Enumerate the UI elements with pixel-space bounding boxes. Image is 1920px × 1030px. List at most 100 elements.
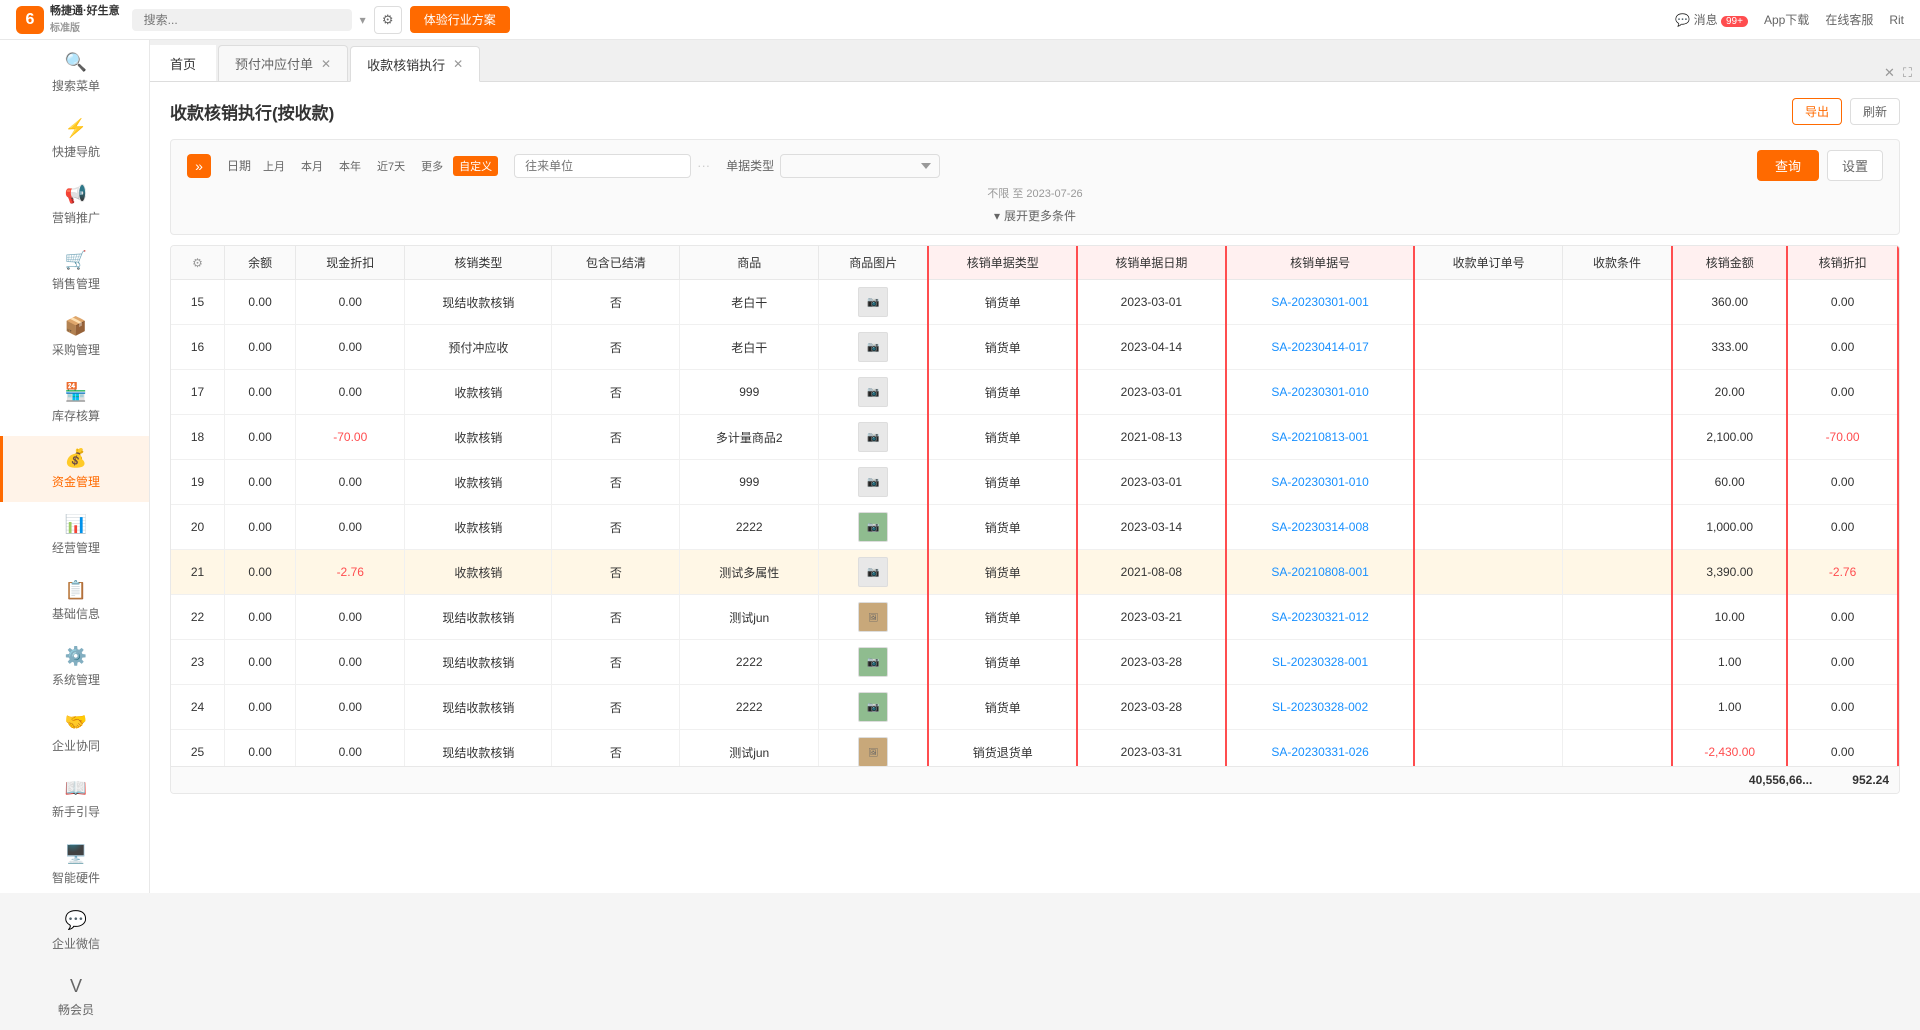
sidebar-item-inventory[interactable]: 🏪 库存核算 [0,370,149,436]
sidebar-item-finance[interactable]: 💰 资金管理 [0,436,149,502]
date-this-month[interactable]: 本月 [295,156,329,176]
cancel-no-link[interactable]: SL-20230328-002 [1272,700,1368,714]
cell-include-cleared: 否 [552,640,680,685]
table-row: 22 0.00 0.00 现结收款核销 否 测试jun 🖼 销货单 2023-0… [171,595,1898,640]
cell-cancel-no[interactable]: SA-20210808-001 [1226,550,1415,595]
cell-no: 19 [171,460,225,505]
cancel-no-link[interactable]: SA-20210813-001 [1271,430,1368,444]
cell-cancel-no[interactable]: SL-20230328-002 [1226,685,1415,730]
date-this-year[interactable]: 本年 [333,156,367,176]
date-7days[interactable]: 近7天 [371,156,411,176]
cell-cancel-no[interactable]: SA-20230414-017 [1226,325,1415,370]
cell-cancel-type: 预付冲应收 [405,325,552,370]
date-custom[interactable]: 自定义 [453,156,498,176]
table-row: 20 0.00 0.00 收款核销 否 2222 📷 销货单 2023-03-1… [171,505,1898,550]
cell-product-img: 📷 [819,415,929,460]
window-expand-icon[interactable]: ⛶ [1903,65,1912,81]
cancel-no-link[interactable]: SA-20230321-012 [1271,610,1368,624]
cell-no: 23 [171,640,225,685]
export-button[interactable]: 导出 [1792,98,1842,125]
partner-filter-group: ··· [514,154,710,178]
member-icon: V [70,976,82,997]
sidebar-label-marketing: 营销推广 [52,209,100,226]
brand-name: 畅捷通·好生意 [50,5,120,18]
filter-expand-button[interactable]: » [187,154,211,178]
date-quick-buttons: 上月 本月 本年 近7天 更多 自定义 [257,156,498,176]
sidebar-item-guide[interactable]: 📖 新手引导 [0,766,149,832]
settings-button[interactable]: 设置 [1827,150,1883,181]
app-download-link[interactable]: App下载 [1764,11,1809,28]
cell-product: 老白干 [680,325,819,370]
cancel-no-link[interactable]: SA-20230314-008 [1271,520,1368,534]
sidebar-item-basic[interactable]: 📋 基础信息 [0,568,149,634]
cell-cancel-discount: -2.76 [1787,550,1898,595]
sidebar-item-collab[interactable]: 🤝 企业协同 [0,700,149,766]
cancel-no-link[interactable]: SL-20230328-001 [1272,655,1368,669]
search-input[interactable] [132,9,352,31]
sidebar-item-sales[interactable]: 🛒 销售管理 [0,238,149,304]
cell-balance: 0.00 [225,730,296,767]
cell-cancel-no[interactable]: SA-20210813-001 [1226,415,1415,460]
gear-button[interactable]: ⚙ [374,6,402,34]
refresh-button[interactable]: 刷新 [1850,98,1900,125]
message-area[interactable]: 💬 消息 99+ [1675,11,1748,28]
user-name[interactable]: Rit [1889,13,1904,27]
date-filter-group: 日期 上月 本月 本年 近7天 更多 自定义 [227,156,498,176]
cell-cancel-no[interactable]: SA-20230301-010 [1226,370,1415,415]
window-close-icon[interactable]: ✕ [1884,65,1895,81]
sidebar-item-marketing[interactable]: 📢 营销推广 [0,172,149,238]
sidebar-item-quick-nav[interactable]: ⚡ 快捷导航 [0,106,149,172]
col-receive-order-no: 收款单订单号 [1414,246,1562,280]
cell-product-img: 📷 [819,640,929,685]
table-row: 17 0.00 0.00 收款核销 否 999 📷 销货单 2023-03-01… [171,370,1898,415]
col-include-cleared: 包含已结清 [552,246,680,280]
trial-button[interactable]: 体验行业方案 [410,6,510,33]
cell-cancel-no[interactable]: SA-20230321-012 [1226,595,1415,640]
cell-cancel-no[interactable]: SA-20230301-001 [1226,280,1415,325]
dots-separator: ··· [697,158,710,173]
top-bar-right: 💬 消息 99+ App下载 在线客服 Rit [1675,11,1904,28]
voucher-type-select[interactable] [780,154,940,178]
cancel-no-link[interactable]: SA-20230301-010 [1271,385,1368,399]
tab-prepay[interactable]: 预付冲应付单 ✕ [218,45,348,81]
cell-cancel-no[interactable]: SA-20230331-026 [1226,730,1415,767]
sidebar-item-ops[interactable]: 📊 经营管理 [0,502,149,568]
dropdown-arrow-icon: ▾ [360,13,366,27]
online-service-link[interactable]: 在线客服 [1825,11,1873,28]
cell-receive-condition [1562,685,1672,730]
sidebar-item-search[interactable]: 🔍 搜索菜单 [0,40,149,106]
cell-cancel-no[interactable]: SA-20230301-010 [1226,460,1415,505]
cell-product: 测试多属性 [680,550,819,595]
edition-badge: 标准版 [50,19,120,34]
tab-receive-cancel[interactable]: 收款核销执行 ✕ [350,46,480,82]
cancel-no-link[interactable]: SA-20230414-017 [1271,340,1368,354]
cell-cancel-type: 现结收款核销 [405,685,552,730]
cancel-no-link[interactable]: SA-20210808-001 [1271,565,1368,579]
tab-home[interactable]: 首页 [150,45,216,81]
table-scroll[interactable]: ⚙ 余额 现金折扣 核销类型 包含已结清 商品 商品图片 核销单据类型 核销单据… [171,246,1899,766]
sidebar-item-wechat[interactable]: 💬 企业微信 [0,898,149,964]
cell-cancel-voucher-type: 销货退货单 [928,730,1077,767]
cell-cancel-voucher-type: 销货单 [928,325,1077,370]
cancel-no-link[interactable]: SA-20230301-010 [1271,475,1368,489]
cell-cancel-no[interactable]: SL-20230328-001 [1226,640,1415,685]
sidebar-item-purchase[interactable]: 📦 采购管理 [0,304,149,370]
partner-input[interactable] [514,154,691,178]
cell-no: 17 [171,370,225,415]
col-settings[interactable]: ⚙ [171,246,225,280]
sidebar-item-system[interactable]: ⚙️ 系统管理 [0,634,149,700]
cancel-no-link[interactable]: SA-20230301-001 [1271,295,1368,309]
tab-receive-cancel-close[interactable]: ✕ [453,57,463,71]
expand-more-button[interactable]: ▾ 展开更多条件 [994,207,1076,224]
query-button[interactable]: 查询 [1757,150,1819,181]
sidebar-item-member[interactable]: V 畅会员 [0,964,149,1030]
cell-cancel-no[interactable]: SA-20230314-008 [1226,505,1415,550]
sidebar: 🔍 搜索菜单 ⚡ 快捷导航 📢 营销推广 🛒 销售管理 📦 采购管理 🏪 库存核… [0,40,150,893]
sidebar-item-smart[interactable]: 🖥️ 智能硬件 [0,832,149,898]
date-more[interactable]: 更多 [415,156,449,176]
cancel-no-link[interactable]: SA-20230331-026 [1271,745,1368,759]
tab-prepay-close[interactable]: ✕ [321,57,331,71]
ops-icon: 📊 [65,514,87,535]
date-last-month[interactable]: 上月 [257,156,291,176]
cell-balance: 0.00 [225,415,296,460]
